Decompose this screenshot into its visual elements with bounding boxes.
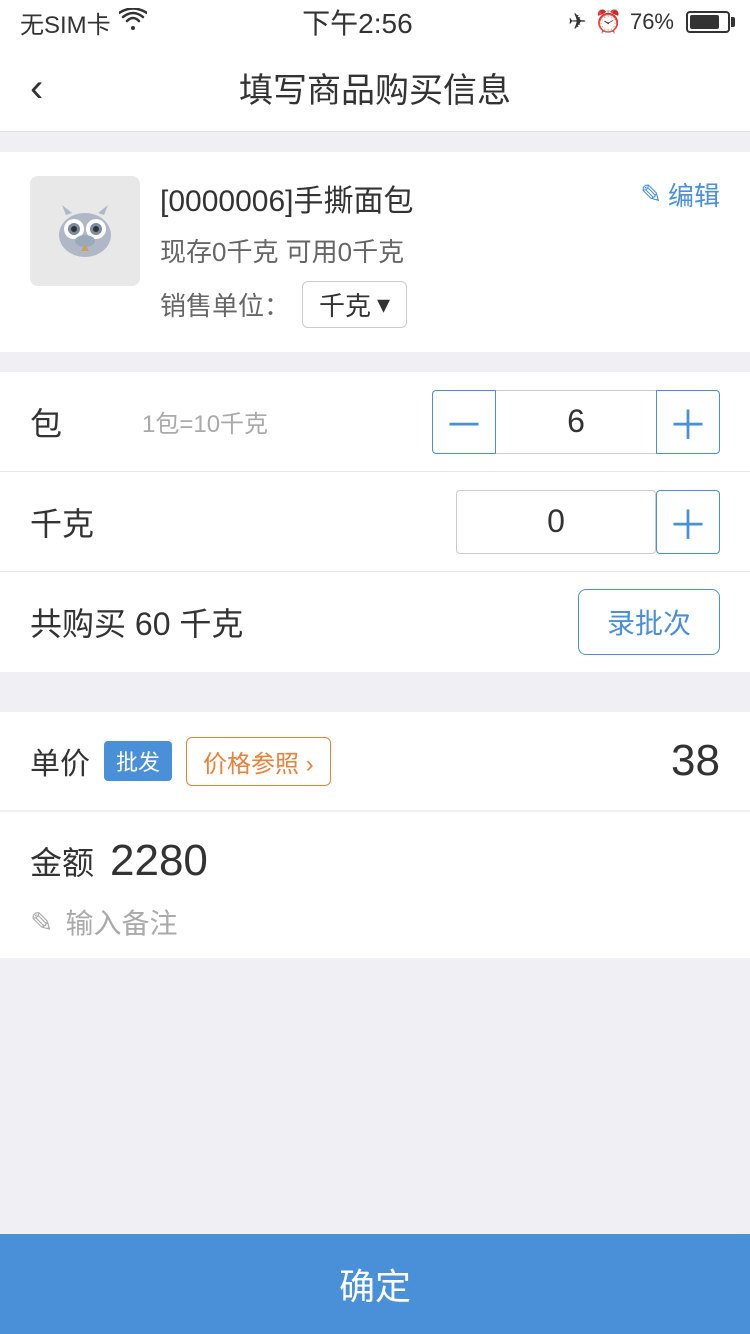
chevron-down-icon: ▾	[377, 289, 390, 320]
package-qty-control: － ＋	[432, 390, 720, 454]
price-label: 单价	[30, 739, 90, 783]
confirm-bar[interactable]: 确定	[0, 1234, 750, 1334]
kg-plus-button[interactable]: ＋	[656, 490, 720, 554]
price-value: 38	[671, 736, 720, 786]
product-thumbnail	[30, 176, 140, 286]
location-icon: ✈	[568, 9, 586, 35]
price-section: 单价 批发 价格参照 › 38	[0, 712, 750, 810]
status-bar: 无SIM卡 下午2:56 ✈ ⏰ 76%	[0, 0, 750, 44]
product-name: [0000006]手撕面包	[160, 176, 720, 220]
kg-qty-input[interactable]	[456, 490, 656, 554]
nav-bar: ‹ 填写商品购买信息	[0, 44, 750, 132]
package-row: 包 1包=10千克 － ＋	[0, 372, 750, 472]
bottom-space	[0, 958, 750, 1178]
remark-placeholder: 输入备注	[65, 902, 177, 942]
divider-2	[0, 672, 750, 692]
edit-button[interactable]: ✎ 编辑	[640, 176, 720, 213]
kg-row: 千克 ＋	[0, 472, 750, 572]
package-plus-button[interactable]: ＋	[656, 390, 720, 454]
total-row: 共购买 60 千克 录批次	[0, 572, 750, 672]
amount-label: 金额	[30, 838, 94, 884]
status-left: 无SIM卡	[20, 5, 147, 40]
wifi-icon	[119, 8, 147, 37]
battery-percent: 76%	[630, 9, 674, 35]
price-row: 单价 批发 价格参照 › 38	[30, 736, 720, 786]
product-info: [0000006]手撕面包 现存0千克 可用0千克 销售单位： 千克 ▾	[160, 176, 720, 328]
package-qty-input[interactable]	[496, 390, 656, 454]
battery-icon	[686, 11, 730, 33]
kg-label: 千克	[30, 499, 130, 545]
carrier-label: 无SIM卡	[20, 5, 111, 40]
price-tag: 批发	[104, 741, 172, 781]
page-title: 填写商品购买信息	[239, 63, 511, 112]
amount-row: 金额 2280	[30, 836, 720, 886]
product-stock: 现存0千克 可用0千克	[160, 232, 720, 269]
product-unit-row: 销售单位： 千克 ▾	[160, 281, 720, 328]
unit-select[interactable]: 千克 ▾	[302, 281, 407, 328]
back-button[interactable]: ‹	[30, 68, 43, 108]
amount-section: 金额 2280 ✎ 输入备注	[0, 812, 750, 958]
alarm-icon: ⏰	[595, 9, 622, 35]
unit-label: 销售单位：	[160, 286, 290, 323]
status-right: ✈ ⏰ 76%	[568, 9, 730, 35]
package-label: 包	[30, 399, 130, 445]
confirm-label: 确定	[339, 1258, 411, 1310]
total-text: 共购买 60 千克	[30, 599, 243, 645]
product-card: [0000006]手撕面包 现存0千克 可用0千克 销售单位： 千克 ▾ ✎ 编…	[0, 152, 750, 352]
price-ref-button[interactable]: 价格参照 ›	[186, 737, 331, 786]
package-hint: 1包=10千克	[142, 404, 432, 439]
input-section: 包 1包=10千克 － ＋ 千克 ＋	[0, 372, 750, 572]
divider-1	[0, 352, 750, 372]
remark-row[interactable]: ✎ 输入备注	[30, 902, 720, 942]
pencil-icon: ✎	[30, 906, 53, 939]
edit-icon: ✎	[640, 179, 662, 210]
package-minus-button[interactable]: －	[432, 390, 496, 454]
batch-button[interactable]: 录批次	[578, 589, 720, 655]
time-label: 下午2:56	[302, 2, 413, 42]
amount-value: 2280	[110, 836, 208, 886]
